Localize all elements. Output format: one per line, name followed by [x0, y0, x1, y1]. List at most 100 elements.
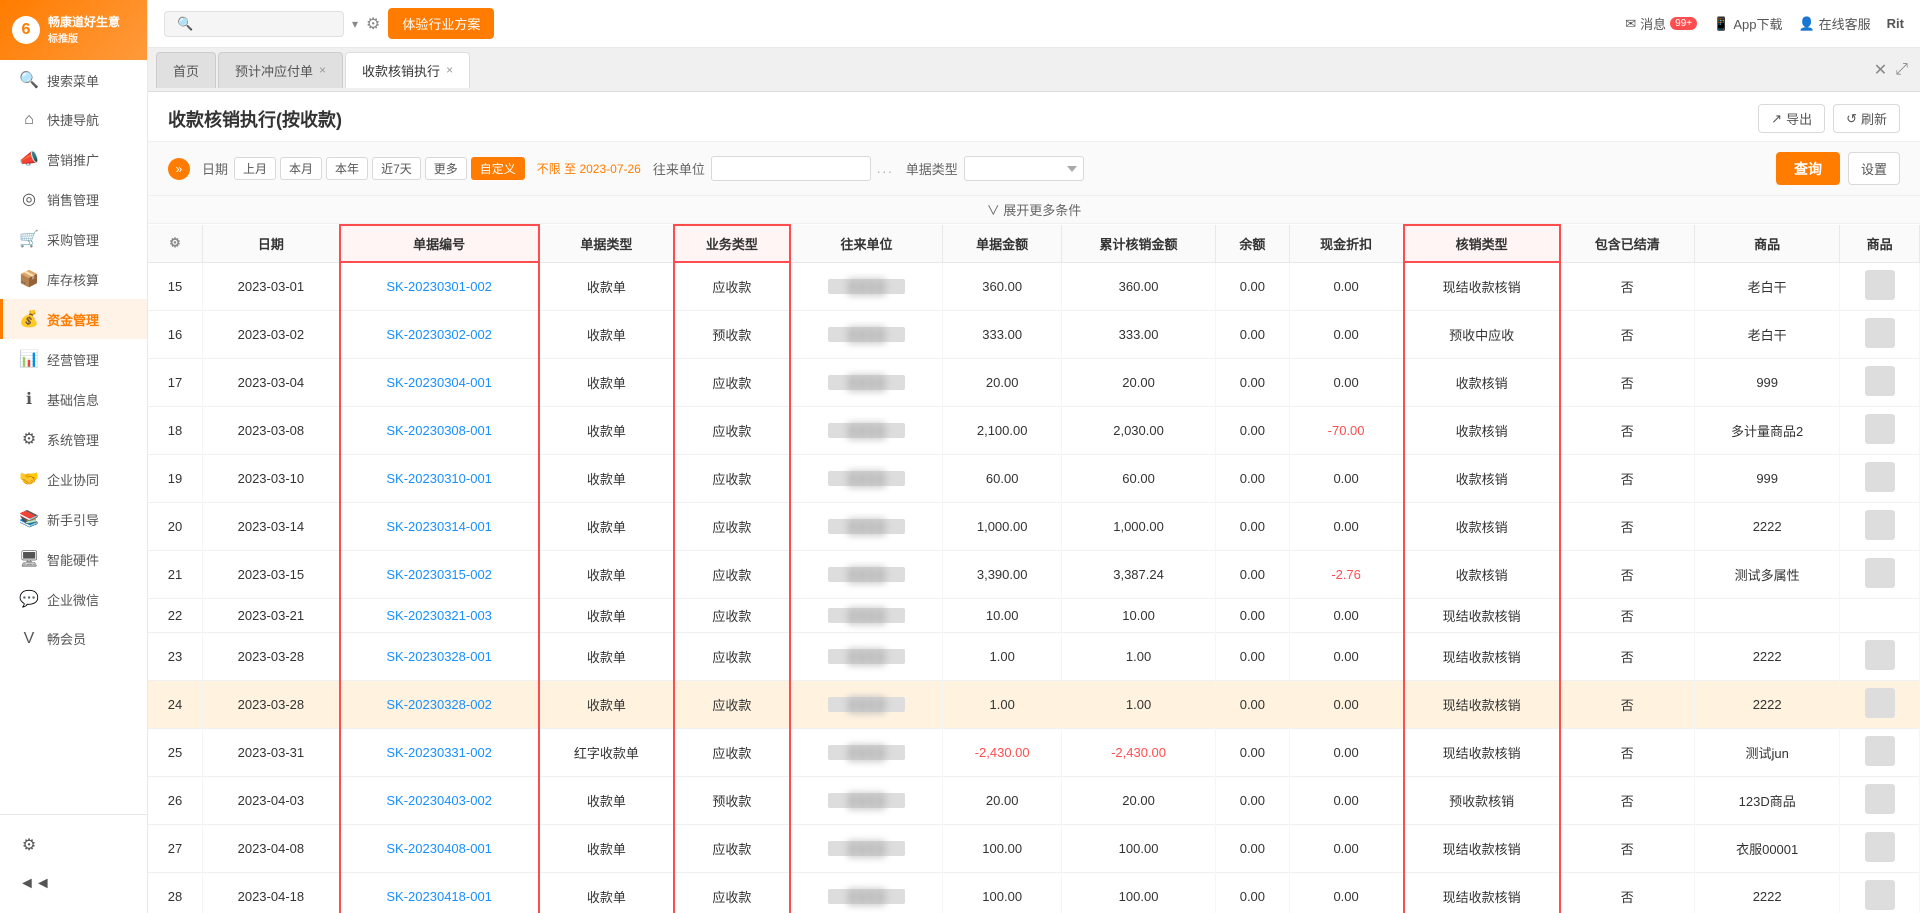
cell-goods2 — [1840, 502, 1920, 550]
tab-home[interactable]: 首页 — [156, 52, 216, 88]
header-search-area: 🔍 ▾ ⚙ 体验行业方案 — [164, 8, 1613, 39]
table-row[interactable]: 20 2023-03-14 SK-20230314-001 收款单 应收款 ██… — [148, 502, 1920, 550]
cell-voucher-no[interactable]: SK-20230302-002 — [340, 310, 539, 358]
cell-include-settled: 否 — [1560, 824, 1695, 872]
header-gear-icon[interactable]: ⚙ — [366, 14, 380, 34]
table-row[interactable]: 27 2023-04-08 SK-20230408-001 收款单 应收款 ██… — [148, 824, 1920, 872]
export-button[interactable]: ↗ 导出 — [1758, 104, 1825, 133]
date-btn-custom[interactable]: 自定义 — [471, 157, 525, 180]
date-btn-this-year[interactable]: 本年 — [326, 157, 368, 180]
industry-btn[interactable]: 体验行业方案 — [388, 8, 494, 39]
table-row[interactable]: 25 2023-03-31 SK-20230331-002 红字收款单 应收款 … — [148, 728, 1920, 776]
cell-voucher-no[interactable]: SK-20230315-002 — [340, 550, 539, 598]
refresh-button[interactable]: ↺ 刷新 — [1833, 104, 1900, 133]
cell-amount: 100.00 — [943, 872, 1061, 913]
tab-receivable[interactable]: 预计冲应付单 × — [218, 52, 343, 88]
tab-close-all-icon[interactable]: ✕ — [1874, 60, 1887, 80]
cell-voucher-no[interactable]: SK-20230308-001 — [340, 406, 539, 454]
partner-input[interactable] — [711, 156, 871, 181]
tab-receivable-close[interactable]: × — [319, 63, 326, 77]
table-row[interactable]: 26 2023-04-03 SK-20230403-002 收款单 预收款 ██… — [148, 776, 1920, 824]
cell-voucher-no[interactable]: SK-20230321-003 — [340, 598, 539, 632]
setting-button[interactable]: 设置 — [1848, 152, 1900, 185]
user-profile[interactable]: Rit — [1887, 16, 1904, 31]
cell-writeoff-amount: 100.00 — [1061, 872, 1215, 913]
inventory-icon: 📦 — [19, 269, 39, 289]
tab-maximize-icon[interactable]: ⤢ — [1895, 61, 1908, 79]
sidebar-item-collab[interactable]: 🤝 企业协同 — [0, 459, 147, 499]
tab-receivable-label: 预计冲应付单 — [235, 61, 313, 80]
sidebar-item-member[interactable]: V 畅会员 — [0, 619, 147, 658]
sales-icon: ◎ — [19, 189, 39, 209]
col-include-settled: 包含已结清 — [1560, 225, 1695, 262]
sidebar-item-purchase[interactable]: 🛒 采购管理 — [0, 219, 147, 259]
table-row[interactable]: 17 2023-03-04 SK-20230304-001 收款单 应收款 ██… — [148, 358, 1920, 406]
sidebar-collapse-btn[interactable]: ◄◄ — [0, 865, 147, 903]
cell-voucher-no[interactable]: SK-20230328-001 — [340, 632, 539, 680]
cell-voucher-no[interactable]: SK-20230408-001 — [340, 824, 539, 872]
search-bar-icon: 🔍 — [177, 16, 193, 32]
sidebar-item-finance[interactable]: 💰 资金管理 — [0, 299, 147, 339]
cell-goods2 — [1840, 728, 1920, 776]
expand-more-bar[interactable]: ∨ 展开更多条件 — [148, 196, 1920, 224]
cell-voucher-no[interactable]: SK-20230310-001 — [340, 454, 539, 502]
cell-writeoff-type: 收款核销 — [1404, 502, 1560, 550]
table-row[interactable]: 28 2023-04-18 SK-20230418-001 收款单 应收款 ██… — [148, 872, 1920, 913]
sidebar-item-sales[interactable]: ◎ 销售管理 — [0, 179, 147, 219]
cell-voucher-no[interactable]: SK-20230328-002 — [340, 680, 539, 728]
table-row[interactable]: 22 2023-03-21 SK-20230321-003 收款单 应收款 ██… — [148, 598, 1920, 632]
tab-writeoff-close[interactable]: × — [446, 63, 453, 77]
cell-writeoff-type: 预收款核销 — [1404, 776, 1560, 824]
cell-cash-discount: 0.00 — [1289, 776, 1404, 824]
col-settings[interactable]: ⚙ — [148, 225, 203, 262]
sidebar-item-wechat[interactable]: 💬 企业微信 — [0, 579, 147, 619]
col-balance: 余额 — [1216, 225, 1289, 262]
table-row[interactable]: 23 2023-03-28 SK-20230328-001 收款单 应收款 ██… — [148, 632, 1920, 680]
sidebar-item-marketing[interactable]: 📣 营销推广 — [0, 139, 147, 179]
date-btn-7days[interactable]: 近7天 — [372, 157, 421, 180]
sidebar-item-basic[interactable]: ℹ 基础信息 — [0, 379, 147, 419]
date-btn-this-month[interactable]: 本月 — [280, 157, 322, 180]
cell-no: 21 — [148, 550, 203, 598]
sidebar-item-search[interactable]: 🔍 搜索菜单 — [0, 60, 147, 100]
col-voucher-type: 单据类型 — [539, 225, 675, 262]
cell-voucher-no[interactable]: SK-20230403-002 — [340, 776, 539, 824]
table-row[interactable]: 24 2023-03-28 SK-20230328-002 收款单 应收款 ██… — [148, 680, 1920, 728]
search-dropdown-arrow[interactable]: ▾ — [352, 17, 358, 31]
cell-writeoff-type: 现结收款核销 — [1404, 680, 1560, 728]
date-btn-more[interactable]: 更多 — [425, 157, 467, 180]
cell-balance: 0.00 — [1216, 502, 1289, 550]
sidebar-item-system[interactable]: ⚙ 系统管理 — [0, 419, 147, 459]
sidebar-item-inventory[interactable]: 📦 库存核算 — [0, 259, 147, 299]
support-action[interactable]: 👤 在线客服 — [1798, 14, 1870, 33]
sidebar-item-shortcuts[interactable]: ⌂ 快捷导航 — [0, 100, 147, 139]
sidebar-item-guide[interactable]: 📚 新手引导 — [0, 499, 147, 539]
table-row[interactable]: 19 2023-03-10 SK-20230310-001 收款单 应收款 ██… — [148, 454, 1920, 502]
sidebar-settings-btn[interactable]: ⚙ — [0, 825, 147, 865]
cell-goods: 999 — [1694, 358, 1839, 406]
cell-voucher-no[interactable]: SK-20230314-001 — [340, 502, 539, 550]
table-row[interactable]: 21 2023-03-15 SK-20230315-002 收款单 应收款 ██… — [148, 550, 1920, 598]
message-action[interactable]: ✉ 消息 99+ — [1625, 14, 1697, 33]
cell-biz-type: 预收款 — [674, 776, 789, 824]
table-row[interactable]: 15 2023-03-01 SK-20230301-002 收款单 应收款 ██… — [148, 262, 1920, 310]
cell-voucher-type: 收款单 — [539, 454, 675, 502]
filter-toggle-btn[interactable]: » — [168, 158, 190, 180]
date-btn-last-month[interactable]: 上月 — [234, 157, 276, 180]
cell-voucher-no[interactable]: SK-20230418-001 — [340, 872, 539, 913]
sidebar-item-hardware[interactable]: 🖥 智能硬件 — [0, 539, 147, 579]
sidebar-item-operations[interactable]: 📊 经营管理 — [0, 339, 147, 379]
tab-writeoff[interactable]: 收款核销执行 × — [345, 52, 470, 88]
table-row[interactable]: 16 2023-03-02 SK-20230302-002 收款单 预收款 ██… — [148, 310, 1920, 358]
app-download-action[interactable]: 📱 App下载 — [1713, 14, 1782, 33]
table-row[interactable]: 18 2023-03-08 SK-20230308-001 收款单 应收款 ██… — [148, 406, 1920, 454]
cell-voucher-no[interactable]: SK-20230304-001 — [340, 358, 539, 406]
cell-goods2 — [1840, 550, 1920, 598]
table-container[interactable]: ⚙ 日期 单据编号 单据类型 业务类型 往来单位 单据金额 累计核销金额 余额 … — [148, 224, 1920, 913]
header-search-bar[interactable]: 🔍 — [164, 11, 344, 37]
basic-icon: ℹ — [19, 389, 39, 409]
cell-voucher-no[interactable]: SK-20230301-002 — [340, 262, 539, 310]
cell-voucher-no[interactable]: SK-20230331-002 — [340, 728, 539, 776]
voucher-type-select[interactable] — [964, 156, 1084, 181]
query-button[interactable]: 查询 — [1776, 152, 1840, 185]
